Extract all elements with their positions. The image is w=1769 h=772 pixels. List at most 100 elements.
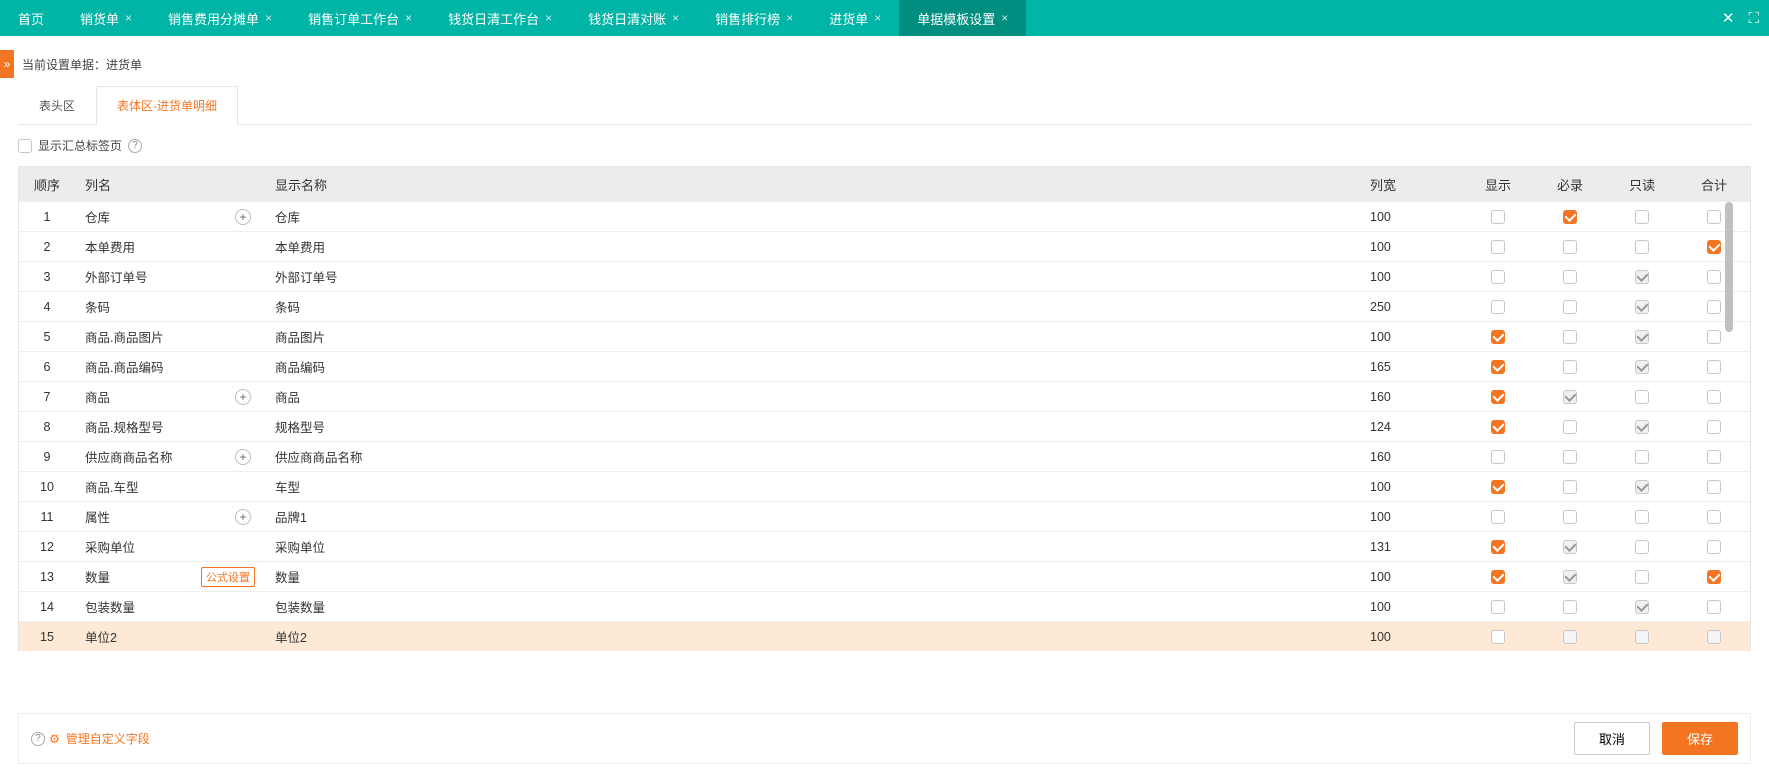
top-tab-7[interactable]: 进货单× [811, 0, 899, 36]
checkbox[interactable] [1635, 600, 1649, 614]
checkbox[interactable] [1707, 420, 1721, 434]
checkbox[interactable] [1707, 360, 1721, 374]
checkbox[interactable] [1563, 300, 1577, 314]
checkbox[interactable] [1635, 570, 1649, 584]
table-row[interactable]: 10商品.车型车型100 [19, 471, 1750, 501]
help-icon[interactable]: ? [31, 732, 45, 746]
checkbox[interactable] [1563, 540, 1577, 554]
checkbox[interactable] [1563, 630, 1577, 644]
checkbox[interactable] [1707, 540, 1721, 554]
checkbox[interactable] [1563, 570, 1577, 584]
checkbox[interactable] [1707, 570, 1721, 584]
summary-checkbox[interactable] [18, 139, 32, 153]
checkbox[interactable] [1635, 630, 1649, 644]
table-row[interactable]: 3外部订单号外部订单号100 [19, 261, 1750, 291]
checkbox[interactable] [1635, 210, 1649, 224]
scrollbar[interactable] [1725, 202, 1733, 332]
checkbox[interactable] [1491, 300, 1505, 314]
add-icon[interactable]: + [235, 209, 251, 225]
top-tab-8[interactable]: 单据模板设置× [899, 0, 1026, 36]
table-row[interactable]: 4条码条码250 [19, 291, 1750, 321]
custom-fields-link[interactable]: 管理自定义字段 [66, 730, 150, 747]
checkbox[interactable] [1491, 210, 1505, 224]
table-row[interactable]: 15单位2单位2100 [19, 621, 1750, 651]
table-row[interactable]: 8商品.规格型号规格型号124 [19, 411, 1750, 441]
checkbox[interactable] [1563, 420, 1577, 434]
close-icon[interactable]: × [874, 11, 881, 25]
checkbox[interactable] [1491, 420, 1505, 434]
add-icon[interactable]: + [235, 389, 251, 405]
add-icon[interactable]: + [235, 509, 251, 525]
checkbox[interactable] [1635, 510, 1649, 524]
checkbox[interactable] [1563, 270, 1577, 284]
checkbox[interactable] [1491, 540, 1505, 554]
checkbox[interactable] [1491, 330, 1505, 344]
checkbox[interactable] [1491, 270, 1505, 284]
top-tab-3[interactable]: 销售订单工作台× [290, 0, 430, 36]
checkbox[interactable] [1635, 390, 1649, 404]
checkbox[interactable] [1707, 330, 1721, 344]
checkbox[interactable] [1635, 240, 1649, 254]
table-row[interactable]: 7商品+商品160 [19, 381, 1750, 411]
sub-tab-0[interactable]: 表头区 [18, 86, 96, 125]
table-row[interactable]: 9供应商商品名称+供应商商品名称160 [19, 441, 1750, 471]
checkbox[interactable] [1635, 540, 1649, 554]
close-icon[interactable]: × [405, 11, 412, 25]
checkbox[interactable] [1563, 450, 1577, 464]
cancel-button[interactable]: 取消 [1574, 722, 1650, 755]
sub-tab-1[interactable]: 表体区-进货单明细 [96, 86, 238, 125]
top-tab-2[interactable]: 销售费用分摊单× [150, 0, 290, 36]
formula-button[interactable]: 公式设置 [201, 567, 255, 587]
checkbox[interactable] [1491, 240, 1505, 254]
close-all-icon[interactable]: ✕ [1722, 9, 1735, 27]
table-row[interactable]: 5商品.商品图片商品图片100 [19, 321, 1750, 351]
table-row[interactable]: 14包装数量包装数量100 [19, 591, 1750, 621]
checkbox[interactable] [1491, 480, 1505, 494]
checkbox[interactable] [1491, 360, 1505, 374]
checkbox[interactable] [1635, 360, 1649, 374]
help-icon[interactable]: ? [128, 139, 142, 153]
checkbox[interactable] [1491, 510, 1505, 524]
checkbox[interactable] [1491, 630, 1505, 644]
checkbox[interactable] [1707, 510, 1721, 524]
checkbox[interactable] [1563, 360, 1577, 374]
checkbox[interactable] [1491, 450, 1505, 464]
table-row[interactable]: 1仓库+仓库100 [19, 201, 1750, 231]
checkbox[interactable] [1707, 480, 1721, 494]
expand-caret-icon[interactable]: » [0, 50, 14, 78]
checkbox[interactable] [1707, 600, 1721, 614]
save-button[interactable]: 保存 [1662, 722, 1738, 755]
add-icon[interactable]: + [235, 449, 251, 465]
checkbox[interactable] [1563, 510, 1577, 524]
checkbox[interactable] [1635, 300, 1649, 314]
close-icon[interactable]: × [1001, 11, 1008, 25]
checkbox[interactable] [1707, 450, 1721, 464]
table-row[interactable]: 13数量公式设置数量100 [19, 561, 1750, 591]
fullscreen-icon[interactable]: ⛶ [1748, 10, 1759, 27]
top-tab-1[interactable]: 销货单× [62, 0, 150, 36]
table-row[interactable]: 2本单费用本单费用100 [19, 231, 1750, 261]
checkbox[interactable] [1491, 570, 1505, 584]
checkbox[interactable] [1707, 240, 1721, 254]
close-icon[interactable]: × [786, 11, 793, 25]
checkbox[interactable] [1635, 420, 1649, 434]
checkbox[interactable] [1707, 270, 1721, 284]
checkbox[interactable] [1635, 480, 1649, 494]
checkbox[interactable] [1563, 330, 1577, 344]
checkbox[interactable] [1707, 300, 1721, 314]
checkbox[interactable] [1563, 240, 1577, 254]
checkbox[interactable] [1563, 600, 1577, 614]
close-icon[interactable]: × [125, 11, 132, 25]
top-tab-4[interactable]: 钱货日清工作台× [430, 0, 570, 36]
checkbox[interactable] [1491, 600, 1505, 614]
checkbox[interactable] [1635, 330, 1649, 344]
table-row[interactable]: 12采购单位采购单位131 [19, 531, 1750, 561]
top-tab-5[interactable]: 钱货日清对账× [570, 0, 697, 36]
checkbox[interactable] [1635, 450, 1649, 464]
top-tab-0[interactable]: 首页 [0, 0, 62, 36]
checkbox[interactable] [1563, 390, 1577, 404]
checkbox[interactable] [1707, 630, 1721, 644]
top-tab-6[interactable]: 销售排行榜× [697, 0, 811, 36]
table-row[interactable]: 11属性+品牌1100 [19, 501, 1750, 531]
close-icon[interactable]: × [545, 11, 552, 25]
